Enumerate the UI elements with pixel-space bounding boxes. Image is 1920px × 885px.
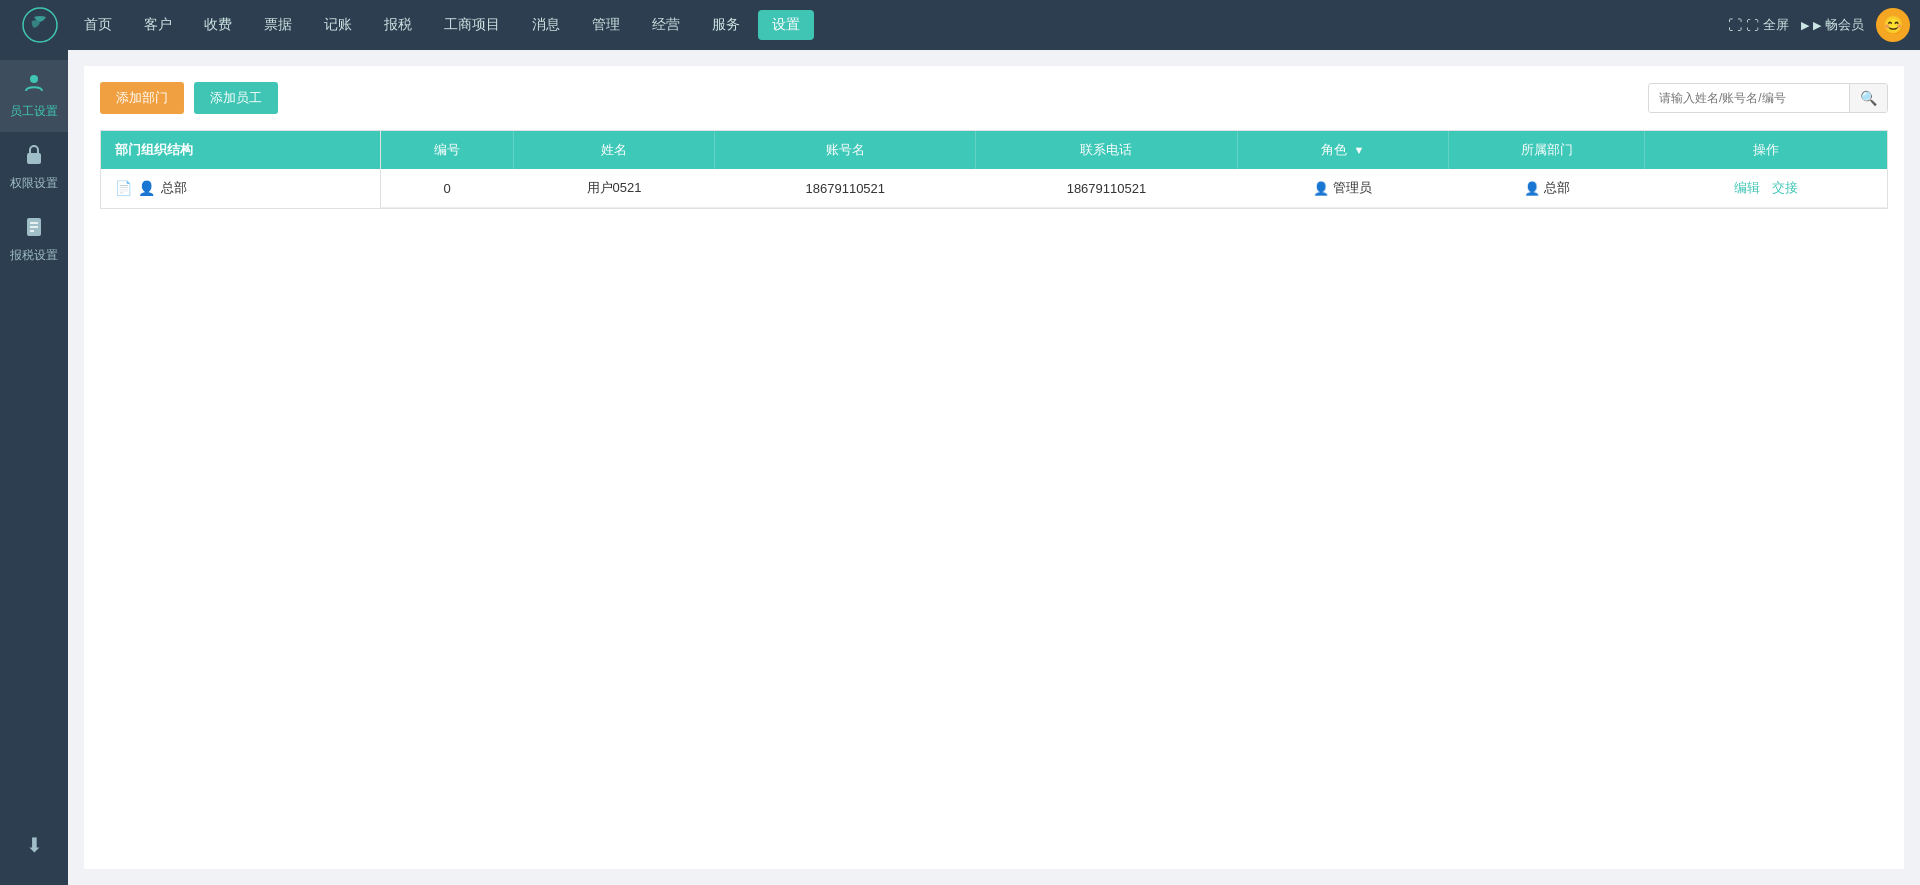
role-badge: 👤 管理员: [1313, 179, 1372, 197]
table-header-row: 编号 姓名 账号名 联系电话 角色 ▼ 所属部门 操作: [381, 131, 1887, 169]
employee-icon: [23, 72, 45, 99]
nav-item-服务[interactable]: 服务: [698, 10, 754, 40]
two-panel: 部门组织结构 📄 👤 总部 编号 姓名 账号名 联系电话: [100, 130, 1888, 209]
tax-icon: [24, 216, 44, 243]
search-input[interactable]: [1649, 85, 1849, 111]
sidebar-item-download[interactable]: ⬇: [0, 821, 68, 869]
fullscreen-label: 全屏: [1763, 16, 1789, 34]
table-row: 0 用户0521 18679110521 18679110521 👤 管理员: [381, 169, 1887, 208]
left-sidebar: 员工设置 权限设置 报税设置 ⬇: [0, 50, 68, 885]
cell-account: 18679110521: [715, 169, 976, 208]
col-header-name: 姓名: [513, 131, 714, 169]
vip-button[interactable]: ▶ 畅会员: [1801, 16, 1864, 34]
nav-item-管理[interactable]: 管理: [578, 10, 634, 40]
nav-item-票据[interactable]: 票据: [250, 10, 306, 40]
download-icon: ⬇: [26, 833, 43, 857]
role-label: 管理员: [1333, 179, 1372, 197]
tree-panel-header: 部门组织结构: [101, 131, 380, 169]
doc-icon: 📄: [115, 180, 132, 196]
dept-user-icon: 👤: [1524, 181, 1540, 196]
cell-id: 0: [381, 169, 513, 208]
sidebar-permission-label: 权限设置: [10, 175, 58, 192]
cell-dept: 👤 总部: [1448, 169, 1645, 208]
edit-link[interactable]: 编辑: [1734, 180, 1760, 195]
app-logo: [10, 7, 70, 43]
nav-item-工商项目[interactable]: 工商项目: [430, 10, 514, 40]
tree-item-root[interactable]: 📄 👤 总部: [101, 169, 380, 207]
role-user-icon: 👤: [1313, 181, 1329, 196]
dept-label: 总部: [1544, 179, 1570, 197]
svg-point-1: [30, 75, 38, 83]
svg-point-0: [23, 8, 57, 42]
sidebar-tax-label: 报税设置: [10, 247, 58, 264]
col-header-id: 编号: [381, 131, 513, 169]
add-dept-button[interactable]: 添加部门: [100, 82, 184, 114]
vip-label: 畅会员: [1825, 16, 1864, 34]
nav-item-设置[interactable]: 设置: [758, 10, 814, 40]
toolbar: 添加部门 添加员工 🔍: [100, 82, 1888, 114]
vip-play-icon: ▶: [1813, 19, 1821, 32]
col-header-phone: 联系电话: [976, 131, 1237, 169]
tree-user-icon: 👤: [138, 180, 155, 196]
col-header-role: 角色 ▼: [1237, 131, 1448, 169]
col-header-account: 账号名: [715, 131, 976, 169]
search-button[interactable]: 🔍: [1849, 84, 1887, 112]
fullscreen-button[interactable]: ⛶ 全屏: [1728, 16, 1789, 34]
role-filter-icon[interactable]: ▼: [1354, 144, 1365, 156]
cell-role: 👤 管理员: [1237, 169, 1448, 208]
col-header-dept: 所属部门: [1448, 131, 1645, 169]
fullscreen-icon: ⛶: [1746, 18, 1759, 33]
lock-icon: [24, 144, 44, 171]
sidebar-item-permission[interactable]: 权限设置: [0, 132, 68, 204]
sidebar-item-employee[interactable]: 员工设置: [0, 60, 68, 132]
nav-item-首页[interactable]: 首页: [70, 10, 126, 40]
cell-phone: 18679110521: [976, 169, 1237, 208]
col-header-action: 操作: [1645, 131, 1887, 169]
search-box: 🔍: [1648, 83, 1888, 113]
transfer-link[interactable]: 交接: [1772, 180, 1798, 195]
main-nav: 首页客户收费票据记账报税工商项目消息管理经营服务设置: [70, 10, 1728, 40]
cell-name: 用户0521: [513, 169, 714, 208]
tree-item-label: 总部: [161, 179, 187, 197]
nav-item-客户[interactable]: 客户: [130, 10, 186, 40]
top-nav: 首页客户收费票据记账报税工商项目消息管理经营服务设置 ⛶ 全屏 ▶ 畅会员 😊: [0, 0, 1920, 50]
add-emp-button[interactable]: 添加员工: [194, 82, 278, 114]
sidebar-item-tax[interactable]: 报税设置: [0, 204, 68, 276]
svg-rect-2: [27, 153, 41, 164]
cell-action: 编辑 交接: [1645, 169, 1887, 208]
dept-badge: 👤 总部: [1524, 179, 1570, 197]
nav-item-经营[interactable]: 经营: [638, 10, 694, 40]
nav-right: ⛶ 全屏 ▶ 畅会员 😊: [1728, 8, 1910, 42]
nav-item-记账[interactable]: 记账: [310, 10, 366, 40]
user-avatar[interactable]: 😊: [1876, 8, 1910, 42]
table-panel: 编号 姓名 账号名 联系电话 角色 ▼ 所属部门 操作: [381, 131, 1887, 208]
employee-table: 编号 姓名 账号名 联系电话 角色 ▼ 所属部门 操作: [381, 131, 1887, 208]
search-icon: 🔍: [1860, 90, 1877, 106]
nav-item-消息[interactable]: 消息: [518, 10, 574, 40]
tree-panel: 部门组织结构 📄 👤 总部: [101, 131, 381, 208]
nav-item-报税[interactable]: 报税: [370, 10, 426, 40]
nav-item-收费[interactable]: 收费: [190, 10, 246, 40]
sidebar-employee-label: 员工设置: [10, 103, 58, 120]
main-content: 添加部门 添加员工 🔍 部门组织结构 📄 👤 总部: [68, 50, 1920, 885]
content-panel: 添加部门 添加员工 🔍 部门组织结构 📄 👤 总部: [84, 66, 1904, 869]
